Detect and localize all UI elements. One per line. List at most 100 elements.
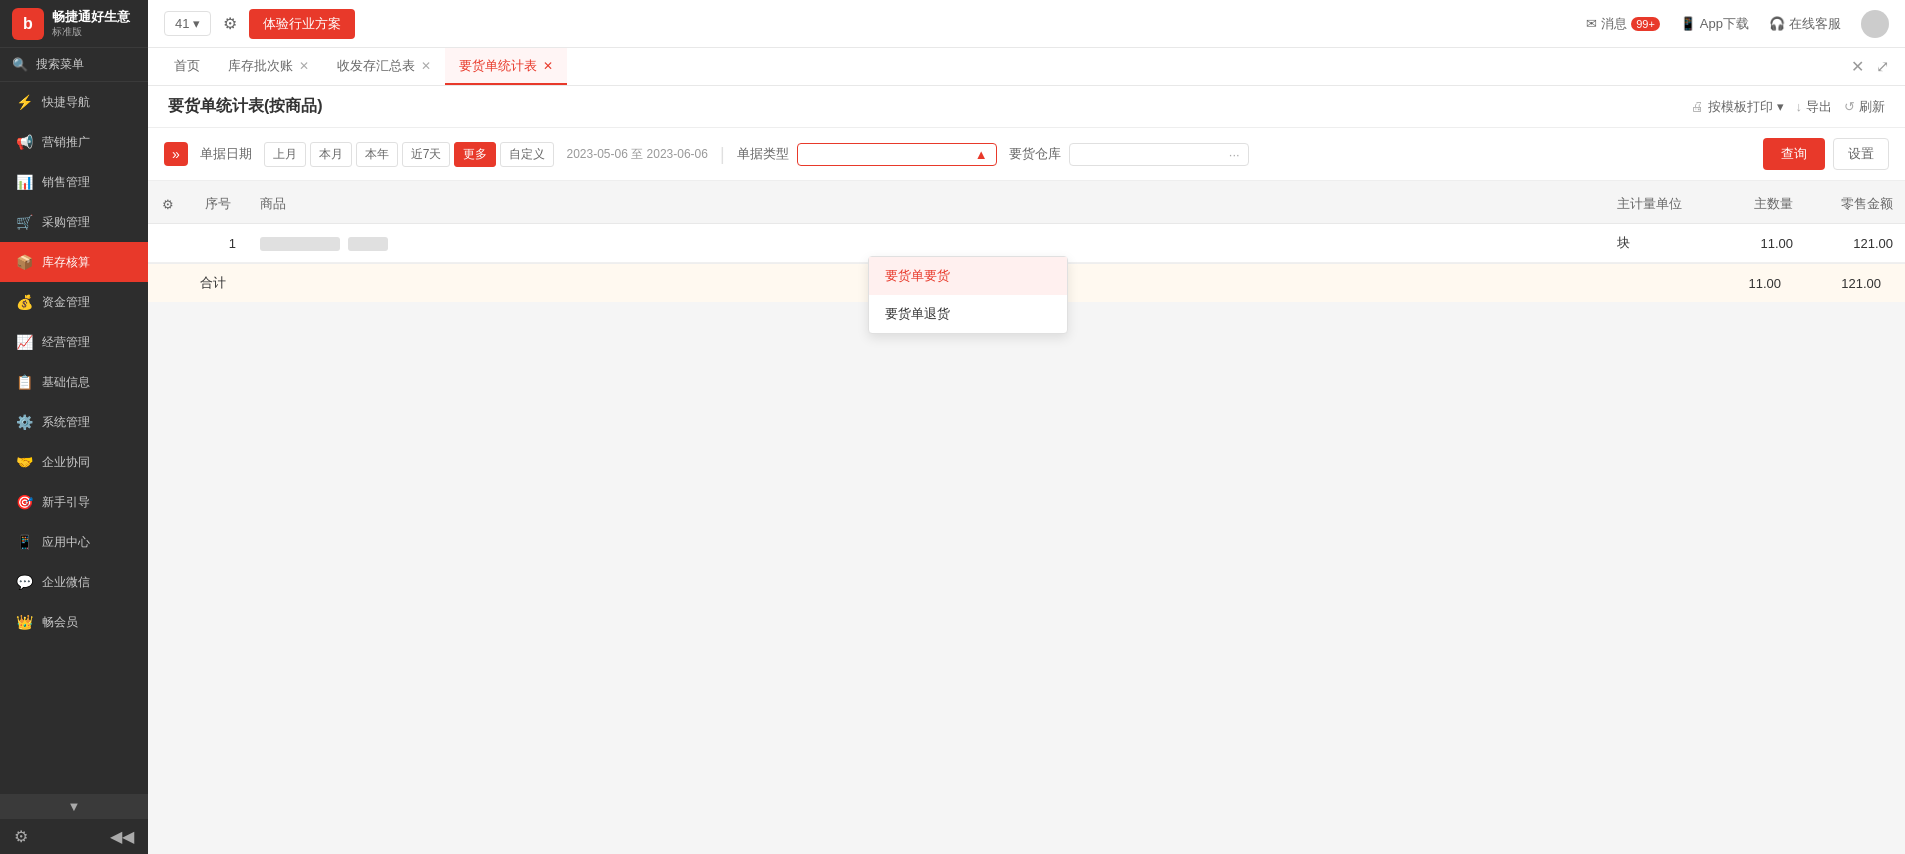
print-template-btn[interactable]: 🖨 按模板打印 ▾ bbox=[1691, 98, 1784, 116]
company-selector[interactable]: 41 ▾ bbox=[164, 11, 211, 36]
date-btn-7days[interactable]: 近7天 bbox=[402, 142, 451, 167]
doc-type-label: 单据类型 bbox=[737, 145, 789, 163]
sidebar-item-sys-mgmt[interactable]: ⚙️ 系统管理 bbox=[0, 402, 148, 442]
row-no: 1 bbox=[188, 224, 248, 263]
filter-expand-btn[interactable]: » bbox=[164, 142, 188, 166]
sidebar-item-app-center[interactable]: 📱 应用中心 bbox=[0, 522, 148, 562]
sidebar: b 畅捷通好生意 标准版 🔍 搜索菜单 ⚡ 快捷导航 📢 营销推广 📊 销售管理… bbox=[0, 0, 148, 854]
row-settings bbox=[148, 224, 188, 263]
app-download-btn[interactable]: 📱 App下载 bbox=[1680, 15, 1749, 33]
warehouse-filter: 要货仓库 ··· bbox=[1009, 143, 1249, 166]
basic-info-icon: 📋 bbox=[14, 372, 34, 392]
sidebar-item-quick-nav[interactable]: ⚡ 快捷导航 bbox=[0, 82, 148, 122]
doc-type-dropdown: 要货单要货 要货单退货 bbox=[868, 256, 1068, 334]
date-btn-this-month[interactable]: 本月 bbox=[310, 142, 352, 167]
data-table: ⚙ 序号 商品 主计量单位 主数量 零售金额 1 bbox=[148, 185, 1905, 263]
col-amount: 零售金额 bbox=[1805, 185, 1905, 224]
purchase-icon: 🛒 bbox=[14, 212, 34, 232]
sidebar-item-finance[interactable]: 💰 资金管理 bbox=[0, 282, 148, 322]
sidebar-scroll-down[interactable]: ▼ bbox=[0, 794, 148, 818]
main-area: 41 ▾ ⚙ 体验行业方案 ✉ 消息 99+ 📱 App下载 🎧 在线客服 bbox=[148, 0, 1905, 854]
download-icon: 📱 bbox=[1680, 16, 1696, 31]
sidebar-item-wechat[interactable]: 💬 企业微信 bbox=[0, 562, 148, 602]
col-no: 序号 bbox=[188, 185, 248, 224]
tab-order-stats-close[interactable]: ✕ bbox=[543, 59, 553, 73]
doc-type-select[interactable]: ▲ bbox=[797, 143, 997, 166]
sidebar-item-sales[interactable]: 📊 销售管理 bbox=[0, 162, 148, 202]
sidebar-item-basic-info[interactable]: 📋 基础信息 bbox=[0, 362, 148, 402]
tab-home[interactable]: 首页 bbox=[160, 48, 214, 85]
content-area: 要货单统计表(按商品) 🖨 按模板打印 ▾ ↓ 导出 ↺ 刷新 » bbox=[148, 86, 1905, 854]
search-menu[interactable]: 🔍 搜索菜单 bbox=[0, 48, 148, 82]
doc-type-chevron-icon[interactable]: ▲ bbox=[975, 147, 988, 162]
settings-button[interactable]: 设置 bbox=[1833, 138, 1889, 170]
col-goods: 商品 bbox=[248, 185, 1605, 224]
user-avatar[interactable] bbox=[1861, 10, 1889, 38]
enterprise-icon: 🤝 bbox=[14, 452, 34, 472]
page-header: 要货单统计表(按商品) 🖨 按模板打印 ▾ ↓ 导出 ↺ 刷新 bbox=[148, 86, 1905, 128]
tabs-bar: 首页 库存批次账 ✕ 收发存汇总表 ✕ 要货单统计表 ✕ ✕ ⤢ bbox=[148, 48, 1905, 86]
refresh-icon: ↺ bbox=[1844, 99, 1855, 114]
warehouse-label: 要货仓库 bbox=[1009, 145, 1061, 163]
tab-batch-account-close[interactable]: ✕ bbox=[299, 59, 309, 73]
doc-type-input[interactable] bbox=[806, 147, 975, 162]
close-all-tabs-btn[interactable]: ✕ bbox=[1847, 55, 1868, 78]
search-icon: 🔍 bbox=[12, 57, 28, 72]
product-name-placeholder bbox=[260, 237, 340, 251]
online-service-btn[interactable]: 🎧 在线客服 bbox=[1769, 15, 1841, 33]
message-icon: ✉ bbox=[1586, 16, 1597, 31]
date-btn-last-month[interactable]: 上月 bbox=[264, 142, 306, 167]
quick-nav-icon: ⚡ bbox=[14, 92, 34, 112]
warehouse-more-icon[interactable]: ··· bbox=[1229, 147, 1240, 162]
sidebar-item-purchase[interactable]: 🛒 采购管理 bbox=[0, 202, 148, 242]
trial-button[interactable]: 体验行业方案 bbox=[249, 9, 355, 39]
dropdown-item-purchase-return[interactable]: 要货单退货 bbox=[869, 295, 1067, 333]
filter-bar: » 单据日期 上月 本月 本年 近7天 更多 自定义 2023-05-06 至 … bbox=[148, 128, 1905, 181]
tab-receipts-summary-close[interactable]: ✕ bbox=[421, 59, 431, 73]
row-qty: 11.00 bbox=[1705, 224, 1805, 263]
sidebar-logo: b 畅捷通好生意 标准版 bbox=[0, 0, 148, 48]
sidebar-item-marketing[interactable]: 📢 营销推广 bbox=[0, 122, 148, 162]
tab-batch-account[interactable]: 库存批次账 ✕ bbox=[214, 48, 323, 85]
operations-icon: 📈 bbox=[14, 332, 34, 352]
footer-collapse-icon[interactable]: ◀◀ bbox=[110, 827, 134, 846]
guide-icon: 🎯 bbox=[14, 492, 34, 512]
date-range: 2023-05-06 至 2023-06-06 bbox=[566, 146, 707, 163]
date-buttons: 上月 本月 本年 近7天 更多 自定义 bbox=[264, 142, 555, 167]
sidebar-item-inventory[interactable]: 📦 库存核算 bbox=[0, 242, 148, 282]
print-chevron-icon: ▾ bbox=[1777, 99, 1784, 114]
logo-text: 畅捷通好生意 标准版 bbox=[52, 9, 130, 39]
date-btn-custom[interactable]: 自定义 bbox=[500, 142, 554, 167]
refresh-btn[interactable]: ↺ 刷新 bbox=[1844, 98, 1885, 116]
total-qty: 11.00 bbox=[1693, 276, 1793, 291]
header-settings-icon[interactable]: ⚙ bbox=[223, 14, 237, 33]
dropdown-item-purchase-order[interactable]: 要货单要货 bbox=[869, 257, 1067, 295]
chevron-down-icon: ▾ bbox=[193, 16, 200, 31]
service-icon: 🎧 bbox=[1769, 16, 1785, 31]
sidebar-item-vip[interactable]: 👑 畅会员 bbox=[0, 602, 148, 642]
maximize-btn[interactable]: ⤢ bbox=[1872, 55, 1893, 78]
footer-settings-icon[interactable]: ⚙ bbox=[14, 827, 28, 846]
header: 41 ▾ ⚙ 体验行业方案 ✉ 消息 99+ 📱 App下载 🎧 在线客服 bbox=[148, 0, 1905, 48]
warehouse-input[interactable] bbox=[1078, 147, 1229, 162]
sidebar-item-enterprise[interactable]: 🤝 企业协同 bbox=[0, 442, 148, 482]
sidebar-item-guide[interactable]: 🎯 新手引导 bbox=[0, 482, 148, 522]
tab-order-stats[interactable]: 要货单统计表 ✕ bbox=[445, 48, 567, 85]
date-btn-more[interactable]: 更多 bbox=[454, 142, 496, 167]
inventory-icon: 📦 bbox=[14, 252, 34, 272]
wechat-icon: 💬 bbox=[14, 572, 34, 592]
col-settings[interactable]: ⚙ bbox=[148, 185, 188, 224]
query-button[interactable]: 查询 bbox=[1763, 138, 1825, 170]
doc-type-filter: 单据类型 ▲ bbox=[737, 143, 997, 166]
export-btn[interactable]: ↓ 导出 bbox=[1796, 98, 1833, 116]
warehouse-select[interactable]: ··· bbox=[1069, 143, 1249, 166]
app-center-icon: 📱 bbox=[14, 532, 34, 552]
col-unit: 主计量单位 bbox=[1605, 185, 1705, 224]
messages-btn[interactable]: ✉ 消息 99+ bbox=[1586, 15, 1660, 33]
tab-receipts-summary[interactable]: 收发存汇总表 ✕ bbox=[323, 48, 445, 85]
sidebar-item-operations[interactable]: 📈 经营管理 bbox=[0, 322, 148, 362]
filter-action-btns: 查询 设置 bbox=[1763, 138, 1889, 170]
date-btn-this-year[interactable]: 本年 bbox=[356, 142, 398, 167]
export-icon: ↓ bbox=[1796, 99, 1803, 114]
sales-icon: 📊 bbox=[14, 172, 34, 192]
